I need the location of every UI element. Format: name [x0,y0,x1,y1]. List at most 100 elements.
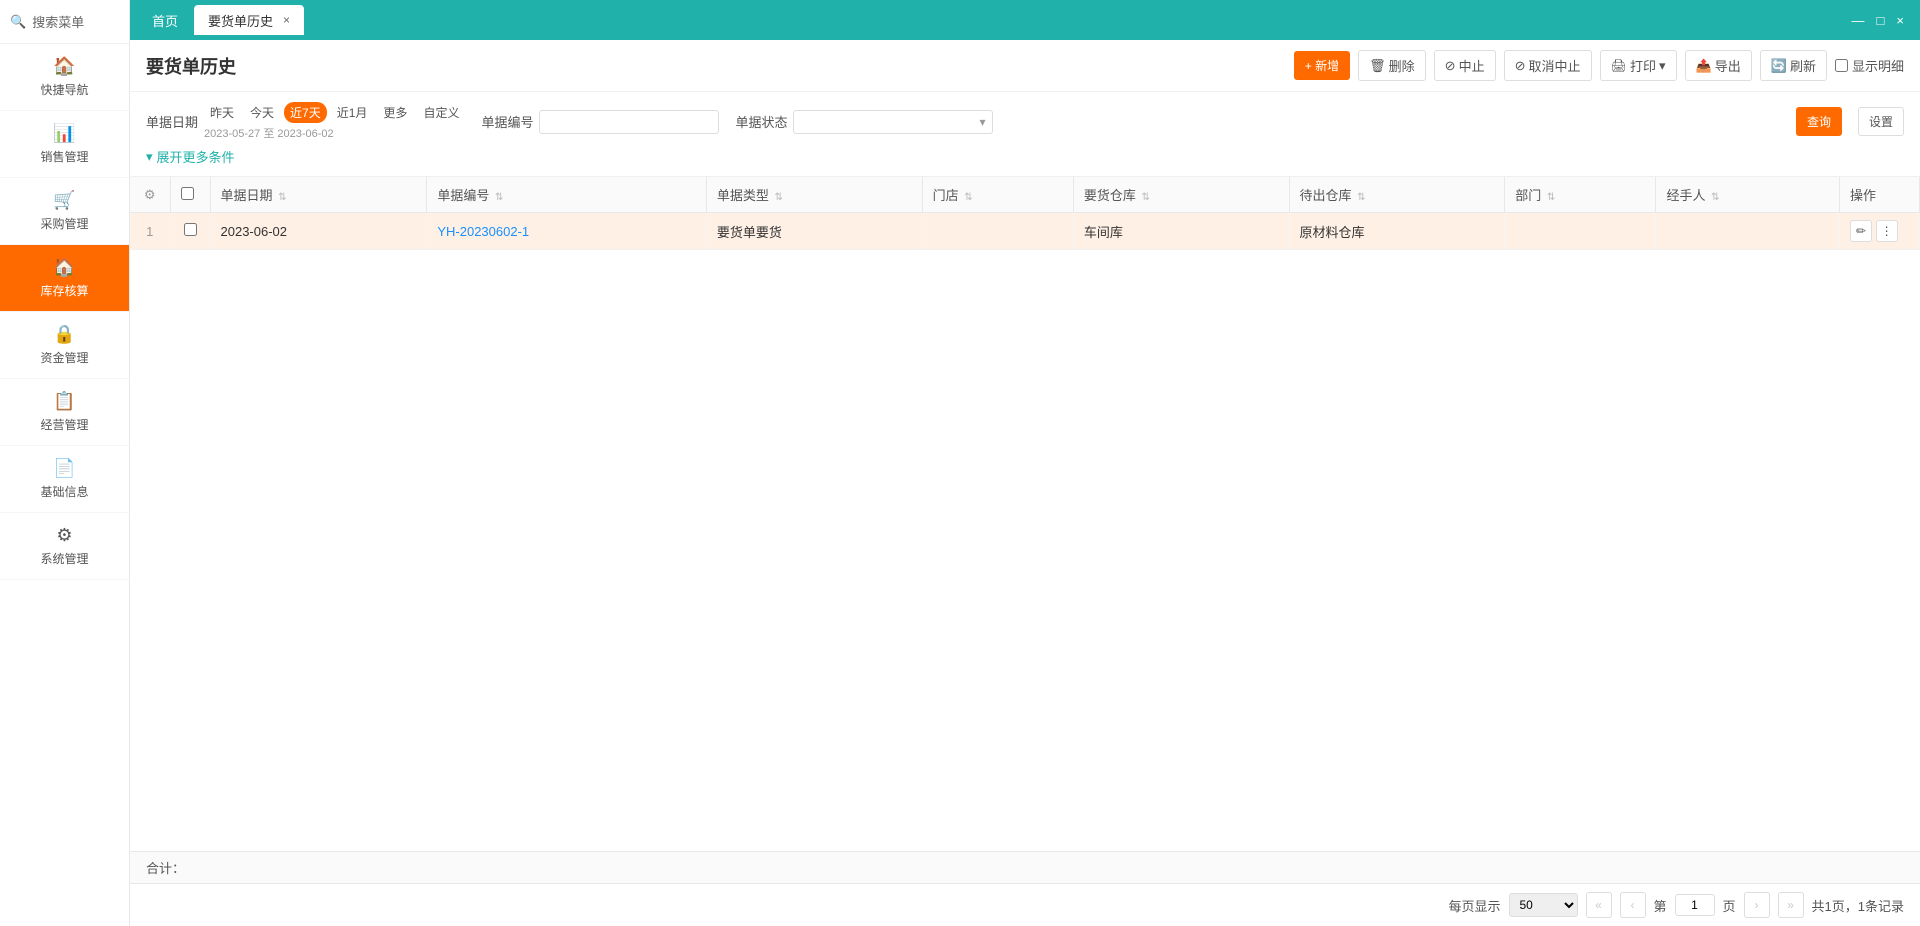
tab-bill-history[interactable]: 要货单历史 × [194,5,304,35]
col-bill-no: 单据编号 ⇅ [427,177,707,213]
status-select-wrapper [793,110,993,134]
row-index: 1 [130,213,170,250]
window-close-btn[interactable]: × [1896,13,1904,28]
sidebar-search-label: 搜索菜单 [32,12,84,31]
row-checkbox[interactable] [170,213,210,250]
window-minimize-btn[interactable]: — [1852,13,1865,28]
refresh-icon: 🔄 [1771,58,1787,74]
sort-icon[interactable]: ⇅ [1547,192,1555,203]
sidebar-item-label: 采购管理 [40,215,88,232]
print-button[interactable]: 🖨 打印 ▾ [1600,50,1677,81]
table-footer: 合计： [130,851,1920,883]
sort-icon[interactable]: ⇅ [278,192,286,203]
sidebar-item-quick-nav[interactable]: 🏠 快捷导航 [0,44,129,111]
display-detail-checkbox[interactable] [1835,59,1848,72]
bill-no-input[interactable] [539,110,719,134]
inventory-icon: 🏠 [53,257,75,278]
setting-button[interactable]: 设置 [1858,107,1904,136]
sort-icon[interactable]: ⇅ [1711,192,1719,203]
bill-no-filter-group: 单据编号 [481,110,719,134]
status-label: 单据状态 [735,112,787,131]
expand-icon: ▾ [146,149,153,165]
display-detail-label: 显示明细 [1852,56,1904,75]
date-btn-today[interactable]: 今天 [244,102,280,123]
page-size-select[interactable]: 50 100 200 [1509,893,1578,917]
page-input[interactable] [1675,894,1715,916]
col-pending-warehouse: 待出仓库 ⇅ [1289,177,1505,213]
table-head: ⚙ 单据日期 ⇅ 单据编号 ⇅ [130,177,1920,213]
sidebar-item-label: 快捷导航 [40,81,88,98]
settings-icon[interactable]: ⚙ [144,187,156,202]
expand-more-button[interactable]: ▾ 展开更多条件 [146,147,1904,166]
col-checkbox[interactable] [170,177,210,213]
finance-icon: 🔒 [53,324,75,345]
sort-icon[interactable]: ⇅ [775,192,783,203]
data-table: ⚙ 单据日期 ⇅ 单据编号 ⇅ [130,177,1920,250]
row-date: 2023-06-02 [210,213,427,250]
print-icon: 🖨 [1611,58,1628,74]
add-button[interactable]: + 新增 [1294,51,1350,80]
page-size-label: 每页显示 [1448,896,1500,915]
stop-button[interactable]: ⊘ 中止 [1434,50,1496,81]
cancel-stop-icon: ⊘ [1515,58,1526,74]
row-bill-no[interactable]: YH-20230602-1 [427,213,707,250]
print-dropdown-icon: ▾ [1659,58,1666,74]
sidebar-item-label: 基础信息 [40,483,88,500]
date-btn-1month[interactable]: 近1月 [331,102,374,123]
status-filter-group: 单据状态 [735,110,993,134]
sidebar-item-finance[interactable]: 🔒 资金管理 [0,312,129,379]
window-maximize-btn[interactable]: □ [1877,13,1885,28]
delete-button[interactable]: 🗑 删除 [1358,50,1426,81]
sort-icon[interactable]: ⇅ [1141,192,1149,203]
footer-total-label: 合计： [146,858,185,877]
sidebar-item-system[interactable]: ⚙ 系统管理 [0,513,129,580]
row-actions: ✏ ⋮ [1840,213,1920,250]
sidebar-item-operations[interactable]: 📋 经营管理 [0,379,129,446]
sidebar-item-basic-info[interactable]: 📄 基础信息 [0,446,129,513]
row-edit-btn[interactable]: ✏ [1850,220,1872,242]
search-icon: 🔍 [10,14,26,30]
cancel-stop-button[interactable]: ⊘ 取消中止 [1504,50,1592,81]
tab-close-icon[interactable]: × [283,13,290,27]
table-header-row: ⚙ 单据日期 ⇅ 单据编号 ⇅ [130,177,1920,213]
col-req-warehouse: 要货仓库 ⇅ [1073,177,1289,213]
sidebar-item-label: 经营管理 [40,416,88,433]
next-page-btn[interactable]: › [1744,892,1770,918]
col-bill-type-label: 单据类型 [717,188,769,203]
status-select[interactable] [793,110,993,134]
sidebar-item-sales[interactable]: 📊 销售管理 [0,111,129,178]
date-btn-7days[interactable]: 近7天 [284,102,327,123]
expand-label: 展开更多条件 [157,147,235,166]
prev-page-btn[interactable]: ‹ [1620,892,1646,918]
sidebar-item-label: 资金管理 [40,349,88,366]
sidebar-item-purchase[interactable]: 🛒 采购管理 [0,178,129,245]
sort-icon[interactable]: ⇅ [964,192,972,203]
date-btn-custom[interactable]: 自定义 [417,102,465,123]
last-page-btn[interactable]: » [1778,892,1804,918]
col-settings[interactable]: ⚙ [130,177,170,213]
select-all-checkbox[interactable] [181,187,194,200]
date-btn-yesterday[interactable]: 昨天 [204,102,240,123]
page-title: 要货单历史 [146,53,1286,79]
row-req-warehouse: 车间库 [1073,213,1289,250]
export-button[interactable]: 📤 导出 [1685,50,1752,81]
export-icon: 📤 [1696,58,1712,74]
first-page-btn[interactable]: « [1586,892,1612,918]
sidebar-item-label: 库存核算 [40,282,88,299]
tab-home[interactable]: 首页 [138,5,192,35]
table-row: 1 2023-06-02 YH-20230602-1 要货单要货 车间库 原材料… [130,213,1920,250]
sidebar-search[interactable]: 🔍 搜索菜单 [0,0,129,44]
row-more-btn[interactable]: ⋮ [1876,220,1898,242]
refresh-button[interactable]: 🔄 刷新 [1760,50,1827,81]
sales-icon: 📊 [53,123,75,144]
date-btn-more[interactable]: 更多 [377,102,413,123]
tab-bar: 首页 要货单历史 × — □ × [130,0,1920,40]
sidebar-item-inventory[interactable]: 🏠 库存核算 [0,245,129,312]
col-store: 门店 ⇅ [922,177,1073,213]
query-button[interactable]: 查询 [1796,107,1842,136]
sort-icon[interactable]: ⇅ [1357,192,1365,203]
display-detail-toggle[interactable]: 显示明细 [1835,56,1904,75]
sort-icon[interactable]: ⇅ [495,192,503,203]
filter-area: 单据日期 昨天 今天 近7天 近1月 更多 自定义 2023-05-27 至 2… [130,92,1920,177]
stop-label: 中止 [1459,56,1485,75]
